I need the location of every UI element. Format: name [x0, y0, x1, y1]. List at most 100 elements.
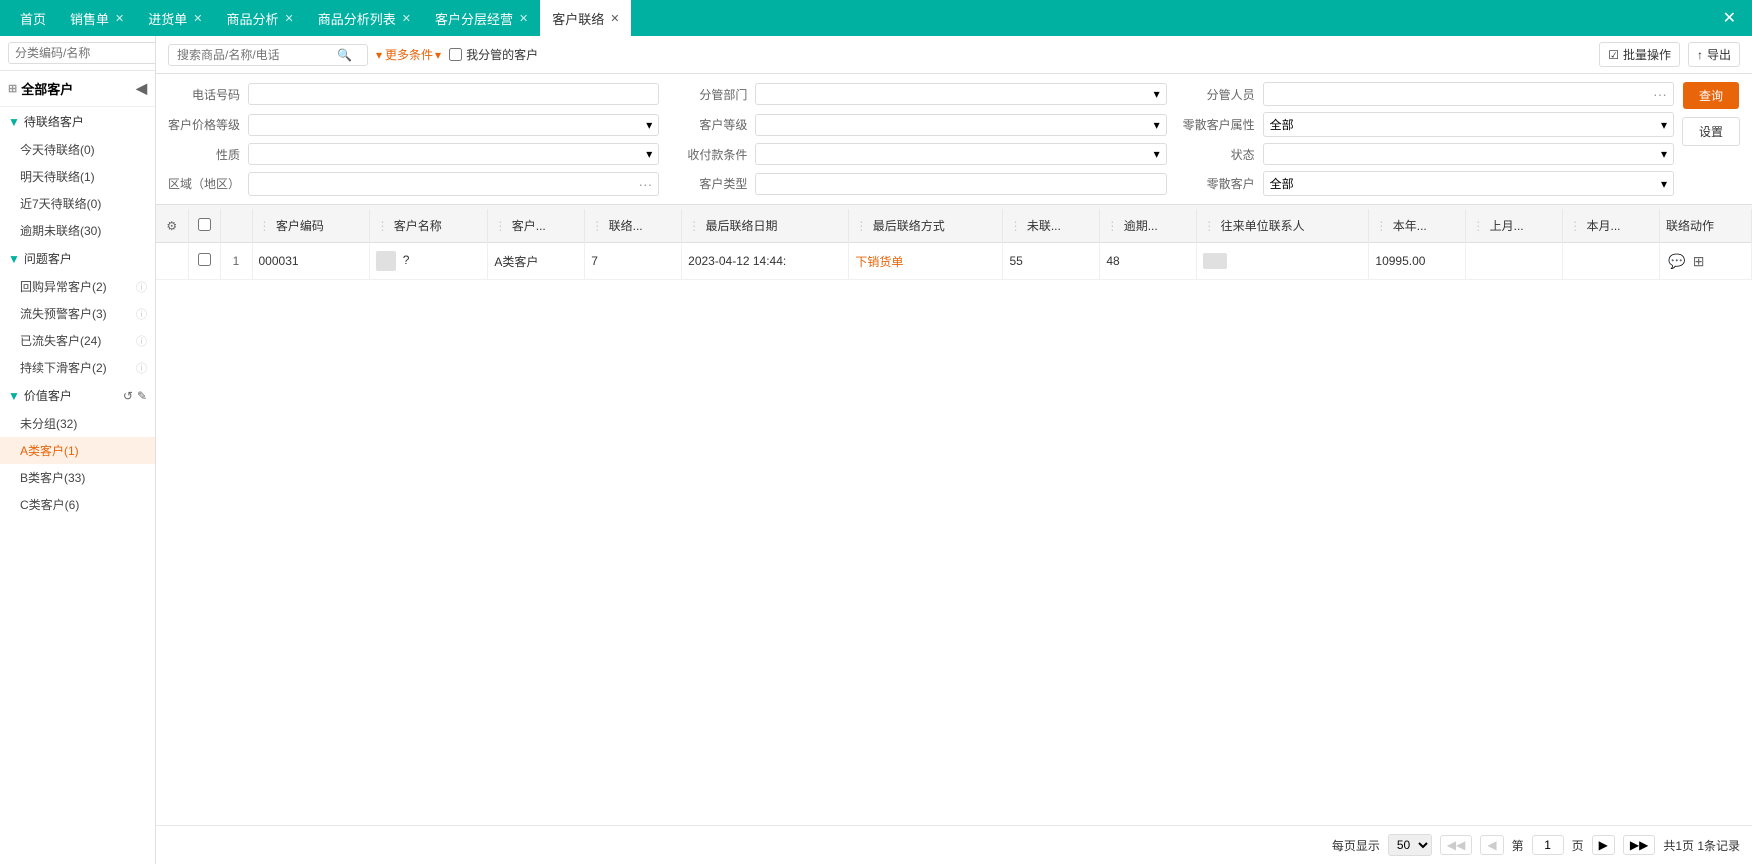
region-input[interactable] [255, 177, 573, 191]
cust-type-input[interactable] [762, 177, 1159, 191]
batch-op-button[interactable]: ☑ 批量操作 [1599, 42, 1680, 67]
col-header-this-month[interactable]: ⋮ 本月... [1563, 209, 1660, 243]
close-icon[interactable]: ✕ [519, 12, 528, 25]
sidebar-search-input[interactable] [8, 42, 156, 64]
search-icon[interactable]: 🔍 [337, 48, 352, 62]
chat-icon[interactable]: 💬 [1668, 253, 1685, 269]
sidebar-item-a-class[interactable]: A类客户(1) [0, 437, 155, 464]
page-number-input[interactable] [1532, 835, 1564, 855]
nav-tab-analysis[interactable]: 商品分析 ✕ [214, 0, 305, 36]
manager-input[interactable] [1270, 87, 1588, 101]
col-header-last-month[interactable]: ⋮ 上月... [1466, 209, 1563, 243]
window-close-button[interactable]: ✕ [1715, 8, 1744, 28]
row-last-method[interactable]: 下销货单 [849, 243, 1003, 280]
arrow-down-icon: ▼ [8, 389, 20, 403]
export-button[interactable]: ↑ 导出 [1688, 42, 1740, 67]
sidebar-item-declining[interactable]: 持续下滑客户(2) ⓘ [0, 354, 155, 381]
customer-avatar [376, 251, 396, 271]
row-action[interactable]: 💬 ⊞ [1660, 243, 1752, 280]
dept-select[interactable]: ▾ [755, 83, 1166, 105]
filter-dept: 分管部门 ▾ [675, 83, 1166, 105]
prev-page-button[interactable]: ◀ [1480, 835, 1503, 855]
next-page-button[interactable]: ▶ [1592, 835, 1615, 855]
nav-tab-customer-contact[interactable]: 客户联络 ✕ [540, 0, 631, 36]
dots-icon[interactable]: ··· [1653, 86, 1667, 102]
col-header-type[interactable]: ⋮ 客户... [488, 209, 585, 243]
filter-more-button[interactable]: ▾ 更多条件 ▾ [376, 46, 441, 63]
customer-level-select[interactable]: ▾ [755, 114, 1166, 136]
col-header-last-date[interactable]: ⋮ 最后联络日期 [682, 209, 849, 243]
row-num: 1 [220, 243, 252, 280]
row-contact-person [1197, 243, 1369, 280]
col-header-name[interactable]: ⋮ 客户名称 [370, 209, 488, 243]
filter-row-2: 客户价格等级 ▾ 客户等级 ▾ [168, 112, 1674, 137]
payment-select[interactable]: ▾ [755, 143, 1166, 165]
row-checkbox-cell[interactable] [188, 243, 220, 280]
sidebar-section-problem[interactable]: ▼ 问题客户 [0, 244, 155, 273]
close-icon[interactable]: ✕ [115, 12, 124, 25]
sidebar-item-c-class[interactable]: C类客户(6) [0, 491, 155, 518]
select-all-checkbox[interactable] [198, 218, 211, 231]
my-customers-filter[interactable]: 我分管的客户 [449, 46, 538, 63]
action-buttons: 查询 设置 [1682, 82, 1740, 196]
close-icon[interactable]: ✕ [285, 12, 294, 25]
sidebar-item-7days[interactable]: 近7天待联络(0) [0, 190, 155, 217]
col-header-last-method[interactable]: ⋮ 最后联络方式 [849, 209, 1003, 243]
row-checkbox[interactable] [198, 253, 211, 266]
page-size-select[interactable]: 50 [1388, 834, 1432, 856]
col-header-contact[interactable]: ⋮ 联络... [585, 209, 682, 243]
close-icon[interactable]: ✕ [610, 12, 619, 25]
collapse-icon[interactable]: ◀ [136, 80, 147, 97]
nav-tab-purchase[interactable]: 进货单 ✕ [136, 0, 214, 36]
nav-tab-sales[interactable]: 销售单 ✕ [58, 0, 136, 36]
sidebar-section-value[interactable]: ▼ 价值客户 ↺ ✎ [0, 381, 155, 410]
row-this-month [1563, 243, 1660, 280]
refresh-icon[interactable]: ↺ [123, 389, 133, 403]
retail-cust-select[interactable]: 全部 ▾ [1263, 171, 1674, 196]
last-method-link[interactable]: 下销货单 [855, 255, 903, 269]
export-icon: ↑ [1697, 48, 1703, 62]
retail-attr-select[interactable]: 全部 ▾ [1263, 112, 1674, 137]
filter-search-input[interactable] [177, 48, 337, 62]
sidebar-item-churn-warning[interactable]: 流失预警客户(3) ⓘ [0, 300, 155, 327]
status-select[interactable]: ▾ [1263, 143, 1674, 165]
edit-icon[interactable]: ✎ [137, 389, 147, 403]
row-last-date: 2023-04-12 14:44: [682, 243, 849, 280]
filter-row-1: 电话号码 分管部门 ▾ [168, 82, 1674, 106]
gear-icon[interactable]: ⚙ [166, 219, 177, 233]
sidebar-section-pending[interactable]: ▼ 待联络客户 [0, 107, 155, 136]
nav-home[interactable]: 首页 [8, 9, 58, 28]
col-header-uncontact[interactable]: ⋮ 未联... [1003, 209, 1100, 243]
my-customers-checkbox[interactable] [449, 48, 462, 61]
price-level-select[interactable]: ▾ [248, 114, 659, 136]
dots-icon[interactable]: ··· [638, 176, 652, 192]
sidebar-item-b-class[interactable]: B类客户(33) [0, 464, 155, 491]
qrcode-icon[interactable]: ⊞ [1693, 253, 1705, 269]
table-body: 1 000031 ? A类客户 7 [156, 243, 1752, 280]
setting-button[interactable]: 设置 [1682, 117, 1740, 146]
first-page-button[interactable]: ◀◀ [1440, 835, 1472, 855]
last-page-button[interactable]: ▶▶ [1623, 835, 1655, 855]
sidebar-item-tomorrow[interactable]: 明天待联络(1) [0, 163, 155, 190]
sidebar-item-churned[interactable]: 已流失客户(24) ⓘ [0, 327, 155, 354]
sidebar-item-overdue[interactable]: 逾期未联络(30) [0, 217, 155, 244]
nav-tab-customer-ops[interactable]: 客户分层经营 ✕ [423, 0, 540, 36]
col-header-settings[interactable]: ⚙ [156, 209, 188, 243]
col-header-code[interactable]: ⋮ 客户编码 [252, 209, 370, 243]
col-header-checkbox[interactable] [188, 209, 220, 243]
table-container: ⚙ ⋮ 客户编码 ⋮ 客户名称 [156, 209, 1752, 825]
col-header-contact-person[interactable]: ⋮ 往来单位联系人 [1197, 209, 1369, 243]
sidebar-item-ungroup[interactable]: 未分组(32) [0, 410, 155, 437]
nav-tab-analysis-list[interactable]: 商品分析列表 ✕ [306, 0, 423, 36]
sidebar-item-abnormal[interactable]: 回购异常客户(2) ⓘ [0, 273, 155, 300]
phone-input-wrap [248, 83, 659, 105]
table-header-row: ⚙ ⋮ 客户编码 ⋮ 客户名称 [156, 209, 1752, 243]
close-icon[interactable]: ✕ [193, 12, 202, 25]
col-header-overdue[interactable]: ⋮ 逾期... [1100, 209, 1197, 243]
col-header-this-year[interactable]: ⋮ 本年... [1369, 209, 1466, 243]
phone-input[interactable] [255, 87, 652, 101]
sidebar-item-today[interactable]: 今天待联络(0) [0, 136, 155, 163]
close-icon[interactable]: ✕ [402, 12, 411, 25]
query-button[interactable]: 查询 [1683, 82, 1739, 109]
nature-select[interactable]: ▾ [248, 143, 659, 165]
